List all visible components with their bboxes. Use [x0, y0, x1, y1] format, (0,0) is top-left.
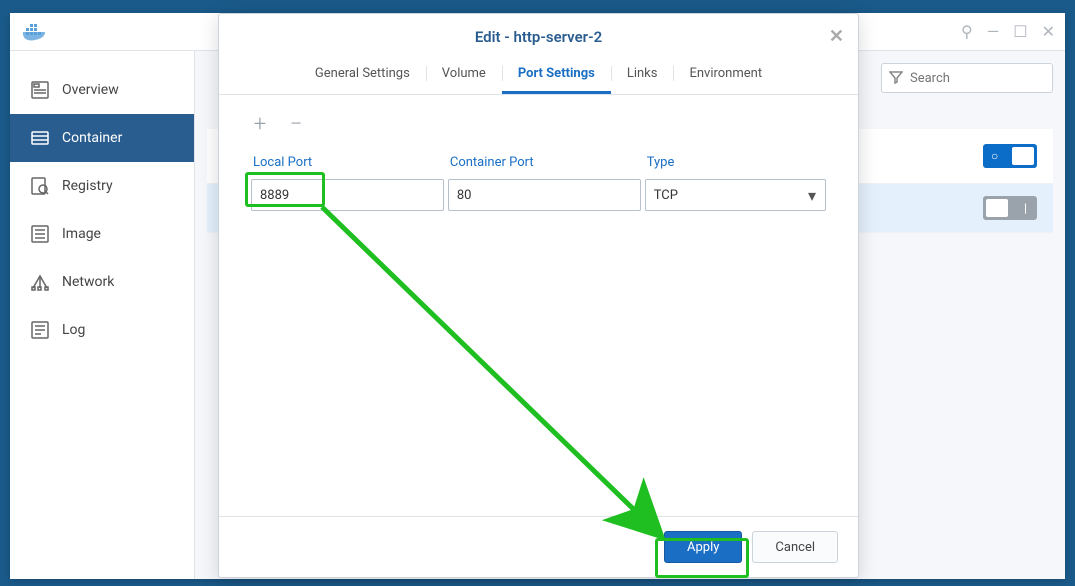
minimize-icon[interactable]: — — [987, 22, 1000, 41]
modal-footer: Apply Cancel — [219, 516, 858, 577]
type-select[interactable]: TCP — [645, 179, 826, 211]
registry-icon — [30, 176, 50, 196]
sidebar-item-label: Registry — [62, 178, 113, 194]
container-toggle[interactable] — [983, 144, 1037, 168]
sidebar-item-label: Network — [62, 274, 114, 290]
maximize-icon[interactable]: ☐ — [1013, 22, 1027, 41]
sidebar-item-network[interactable]: Network — [10, 258, 194, 306]
sidebar-item-label: Container — [62, 130, 122, 146]
sidebar-item-label: Log — [62, 322, 85, 338]
modal-tabs: General Settings Volume Port Settings Li… — [219, 56, 858, 95]
col-local-port[interactable]: Local Port — [249, 149, 446, 176]
tab-environment[interactable]: Environment — [673, 56, 778, 94]
port-table: Local Port Container Port Type TCP — [249, 149, 828, 214]
overview-icon — [30, 80, 50, 100]
sidebar-item-label: Overview — [62, 82, 119, 98]
sidebar: Overview Container Registry Image — [10, 51, 195, 579]
tab-port-settings[interactable]: Port Settings — [502, 56, 611, 94]
sidebar-item-registry[interactable]: Registry — [10, 162, 194, 210]
close-window-icon[interactable]: ✕ — [1042, 22, 1055, 41]
sidebar-item-overview[interactable]: Overview — [10, 66, 194, 114]
filter-icon — [889, 70, 903, 88]
image-icon — [30, 224, 50, 244]
cancel-button[interactable]: Cancel — [752, 531, 838, 563]
port-row: TCP — [249, 176, 828, 214]
sidebar-item-log[interactable]: Log — [10, 306, 194, 354]
container-toggle[interactable] — [983, 196, 1037, 220]
network-icon — [30, 272, 50, 292]
modal-title: Edit - http-server-2 ✕ — [219, 14, 858, 56]
sidebar-item-image[interactable]: Image — [10, 210, 194, 258]
add-button[interactable]: + — [249, 113, 271, 135]
window-controls: ⚲ — ☐ ✕ — [961, 22, 1055, 41]
edit-modal: Edit - http-server-2 ✕ General Settings … — [218, 13, 859, 578]
tab-links[interactable]: Links — [611, 56, 674, 94]
search-input[interactable] — [881, 63, 1053, 93]
pin-icon[interactable]: ⚲ — [961, 22, 973, 41]
col-container-port[interactable]: Container Port — [446, 149, 643, 176]
sidebar-item-label: Image — [62, 226, 101, 242]
close-icon[interactable]: ✕ — [829, 26, 844, 47]
sidebar-item-container[interactable]: Container — [10, 114, 194, 162]
container-port-input[interactable] — [448, 179, 641, 211]
remove-button[interactable]: − — [285, 113, 307, 135]
log-icon — [30, 320, 50, 340]
local-port-input[interactable] — [251, 179, 444, 211]
docker-logo-icon — [20, 16, 52, 48]
apply-button[interactable]: Apply — [664, 531, 742, 563]
modal-body: + − Local Port Container Port Type TCP — [219, 95, 858, 516]
container-icon — [30, 128, 50, 148]
search-wrap — [881, 63, 1053, 93]
tab-general-settings[interactable]: General Settings — [299, 56, 426, 94]
col-type[interactable]: Type — [643, 149, 828, 176]
tab-volume[interactable]: Volume — [426, 56, 502, 94]
